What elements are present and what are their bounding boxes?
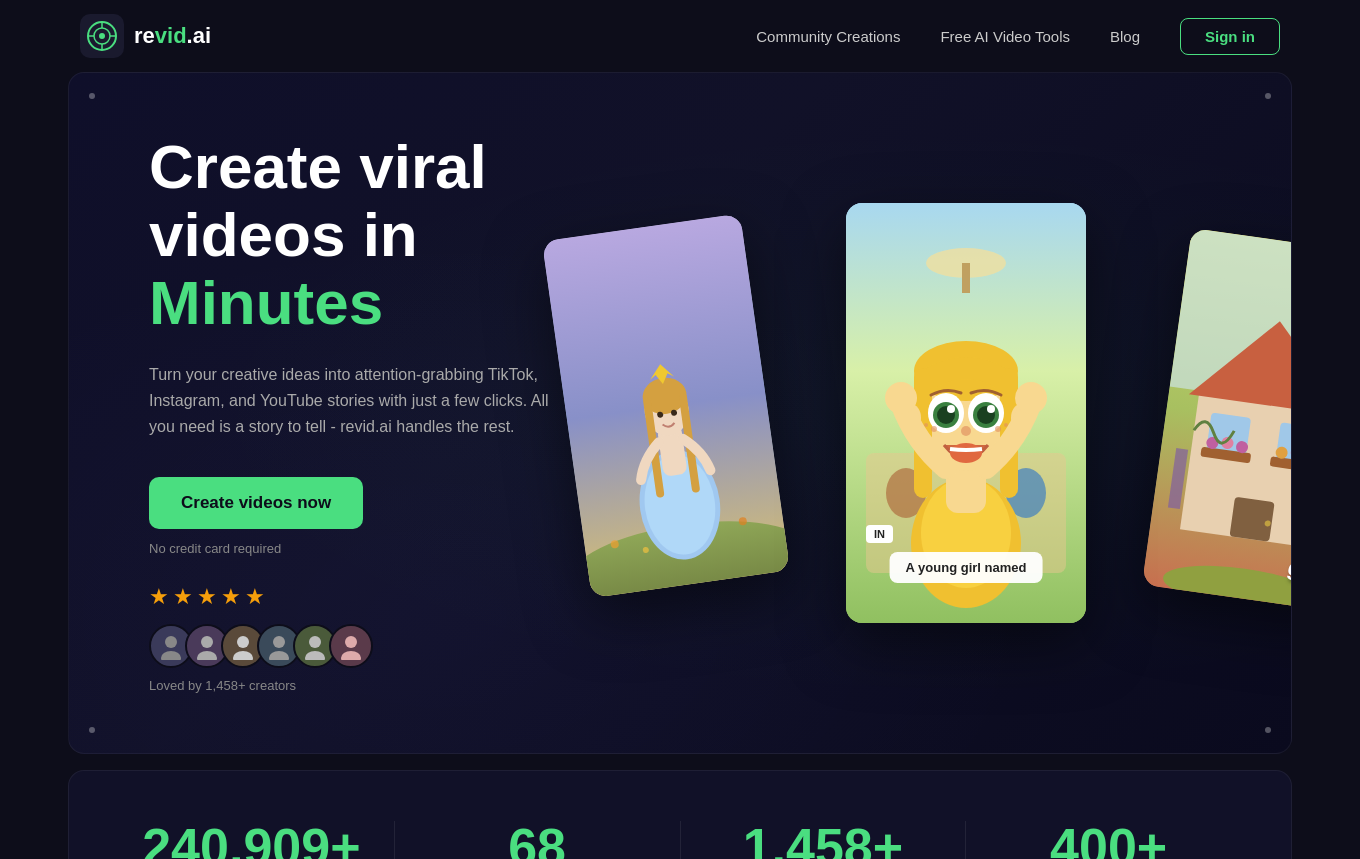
signin-button[interactable]: Sign in [1180,18,1280,55]
svg-point-13 [233,651,253,660]
svg-rect-81 [1229,496,1274,541]
svg-point-65 [885,382,917,414]
video-card-right: g from [1142,228,1292,612]
svg-point-18 [345,636,357,648]
nav-links: Community Creations Free AI Video Tools … [756,18,1280,55]
hero-title: Create viral videos in Minutes [149,133,649,338]
nav-link-tools[interactable]: Free AI Video Tools [940,28,1070,45]
stat-creators: 1,458+ Creators [680,821,966,859]
nav-link-blog[interactable]: Blog [1110,28,1140,45]
dot-tl [89,93,95,99]
card-right-image [1142,228,1292,612]
svg-point-57 [961,426,971,436]
star-4: ★ [221,584,241,610]
dot-bl [89,727,95,733]
svg-point-17 [305,651,325,660]
create-videos-button[interactable]: Create videos now [149,477,363,529]
svg-point-8 [165,636,177,648]
svg-point-62 [1004,423,1008,427]
hero-description: Turn your creative ideas into attention-… [149,362,569,441]
dot-br [1265,727,1271,733]
star-2: ★ [173,584,193,610]
svg-point-60 [924,423,928,427]
svg-point-12 [237,636,249,648]
stat-reviews-value: 400+ [966,821,1251,859]
avatar-6 [329,624,373,668]
star-1: ★ [149,584,169,610]
svg-point-11 [197,651,217,660]
dot-tr [1265,93,1271,99]
svg-point-59 [931,426,937,432]
in-badge: IN [866,525,893,543]
logo-icon [80,14,124,58]
hero-video-cards: IN A young girl named [641,163,1291,663]
svg-point-3 [99,33,105,39]
no-credit-card-label: No credit card required [149,541,649,556]
svg-point-10 [201,636,213,648]
stat-videos-created: 240,909+ Videos Created [109,821,394,859]
svg-point-14 [273,636,285,648]
navbar: revid.ai Community Creations Free AI Vid… [0,0,1360,72]
video-card-center: IN A young girl named [846,203,1086,623]
hero-left: Create viral videos in Minutes Turn your… [149,133,649,693]
svg-point-9 [161,651,181,660]
avatar-group [149,624,649,668]
svg-point-56 [987,405,995,413]
loved-by-text: Loved by 1,458+ creators [149,678,649,693]
stat-countries: 68 Countries [394,821,680,859]
svg-point-58 [950,443,982,463]
star-rating: ★ ★ ★ ★ ★ [149,584,649,610]
svg-point-19 [341,651,361,660]
nav-link-community[interactable]: Community Creations [756,28,900,45]
card-subtitle: A young girl named [890,552,1043,583]
svg-point-61 [995,426,1001,432]
stat-reviews: 400+ 5-Star Reviews [965,821,1251,859]
hero-section: Create viral videos in Minutes Turn your… [68,72,1292,754]
svg-point-55 [947,405,955,413]
logo[interactable]: revid.ai [80,14,211,58]
stat-creators-value: 1,458+ [681,821,966,859]
stats-section: 240,909+ Videos Created 68 Countries 1,4… [68,770,1292,859]
svg-rect-38 [962,263,970,293]
star-5: ★ [245,584,265,610]
stat-countries-value: 68 [395,821,680,859]
star-3: ★ [197,584,217,610]
stat-videos-value: 240,909+ [109,821,394,859]
logo-text: revid.ai [134,23,211,49]
svg-point-15 [269,651,289,660]
svg-point-16 [309,636,321,648]
svg-point-66 [1015,382,1047,414]
